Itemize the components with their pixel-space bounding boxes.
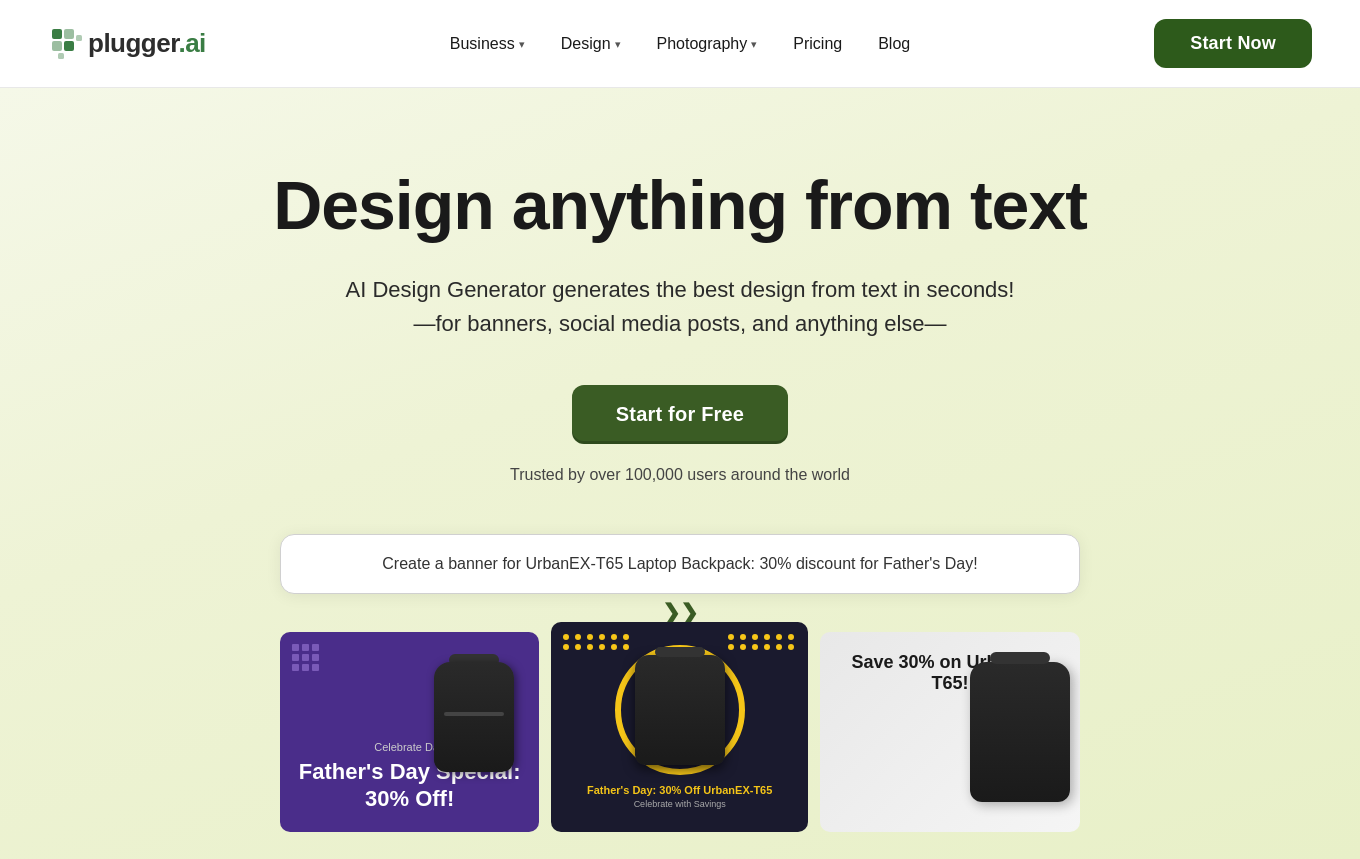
start-for-free-button[interactable]: Start for Free xyxy=(572,385,788,444)
banner-card-2: Father's Day: 30% Off UrbanEX-T65 Celebr… xyxy=(551,622,808,832)
nav-item-design-label: Design xyxy=(561,35,611,53)
chevron-down-icon: ▾ xyxy=(615,38,621,51)
nav-item-pricing[interactable]: Pricing xyxy=(779,27,856,61)
nav-links: Business ▾ Design ▾ Photography ▾ Pricin… xyxy=(436,27,924,61)
logo[interactable]: plugger.ai xyxy=(48,25,206,63)
demo-container: Create a banner for UrbanEX-T65 Laptop B… xyxy=(280,534,1080,832)
nav-item-blog-label: Blog xyxy=(878,35,910,53)
nav-item-design[interactable]: Design ▾ xyxy=(547,27,635,61)
card2-label: Father's Day: 30% Off UrbanEX-T65 xyxy=(587,783,772,798)
backpack-illustration xyxy=(419,652,529,812)
card2-dots-top-right xyxy=(728,634,796,650)
nav-item-business-label: Business xyxy=(450,35,515,53)
logo-icon xyxy=(48,25,86,63)
svg-rect-2 xyxy=(64,29,74,39)
card1-dots xyxy=(292,644,319,671)
trust-text: Trusted by over 100,000 users around the… xyxy=(510,466,850,484)
chevron-down-icon: ▾ xyxy=(751,38,757,51)
svg-rect-0 xyxy=(52,29,62,39)
nav-item-business[interactable]: Business ▾ xyxy=(436,27,539,61)
banner-card-1: Celebrate Dad Father's Day Special: 30% … xyxy=(280,632,539,832)
demo-input: Create a banner for UrbanEX-T65 Laptop B… xyxy=(280,534,1080,594)
nav-item-photography-label: Photography xyxy=(657,35,748,53)
card2-sublabel: Celebrate with Savings xyxy=(634,799,726,809)
card3-backpack-illustration xyxy=(950,652,1080,832)
chevron-down-icon: ▾ xyxy=(519,38,525,51)
hero-title: Design anything from text xyxy=(273,168,1087,243)
card2-circle xyxy=(615,645,745,775)
nav-item-blog[interactable]: Blog xyxy=(864,27,924,61)
banner-cards: Celebrate Dad Father's Day Special: 30% … xyxy=(280,632,1080,832)
hero-subtitle: AI Design Generator generates the best d… xyxy=(346,273,1015,341)
backpack-circle-illustration xyxy=(635,655,725,765)
svg-rect-1 xyxy=(52,41,62,51)
card2-dots-top xyxy=(563,634,631,650)
logo-name: plugger.ai xyxy=(88,28,206,59)
nav-item-pricing-label: Pricing xyxy=(793,35,842,53)
banner-card-3: Save 30% on UrbanEX-T65! xyxy=(820,632,1080,832)
demo-arrows: ❯❯ xyxy=(280,602,1080,624)
svg-rect-5 xyxy=(58,53,64,59)
chevron-down-icon: ❯❯ xyxy=(662,602,698,624)
start-now-button[interactable]: Start Now xyxy=(1154,19,1312,68)
svg-rect-3 xyxy=(64,41,74,51)
svg-rect-4 xyxy=(76,35,82,41)
hero-section: Design anything from text AI Design Gene… xyxy=(0,88,1360,859)
nav-item-photography[interactable]: Photography ▾ xyxy=(643,27,772,61)
navbar: plugger.ai Business ▾ Design ▾ Photograp… xyxy=(0,0,1360,88)
